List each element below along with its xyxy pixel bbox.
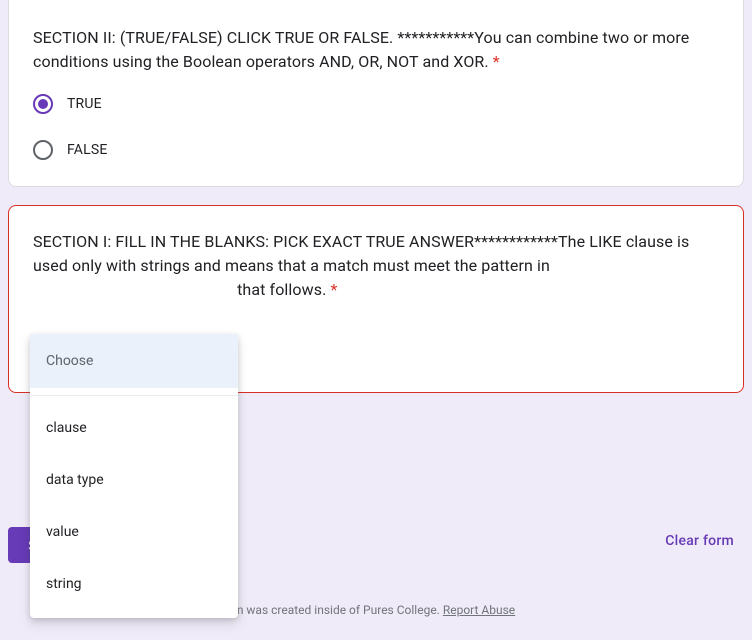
dropdown-option-value[interactable]: value bbox=[30, 506, 238, 558]
required-mark: * bbox=[326, 280, 337, 299]
clear-form-link[interactable]: Clear form bbox=[665, 533, 734, 549]
radio-icon-unselected bbox=[33, 140, 53, 160]
footer-tail: n was created inside of Pures College. bbox=[237, 603, 443, 617]
question-2-text-after: that follows. bbox=[237, 280, 326, 299]
dropdown-option-data-type[interactable]: data type bbox=[30, 454, 238, 506]
dropdown-menu[interactable]: Choose clause data type value string bbox=[30, 334, 238, 618]
radio-option-true[interactable]: TRUE bbox=[33, 92, 719, 116]
question-2-text-before: SECTION I: FILL IN THE BLANKS: PICK EXAC… bbox=[33, 232, 689, 275]
radio-option-false[interactable]: FALSE bbox=[33, 138, 719, 162]
dropdown-option-clause[interactable]: clause bbox=[30, 402, 238, 454]
question-card-1: SECTION II: (TRUE/FALSE) CLICK TRUE OR F… bbox=[8, 0, 744, 187]
radio-label-false: FALSE bbox=[67, 142, 108, 158]
radio-label-true: TRUE bbox=[67, 96, 102, 112]
question-1-title: SECTION II: (TRUE/FALSE) CLICK TRUE OR F… bbox=[33, 26, 719, 74]
radio-icon-selected bbox=[33, 94, 53, 114]
question-2-title: SECTION I: FILL IN THE BLANKS: PICK EXAC… bbox=[33, 230, 719, 302]
report-abuse-link[interactable]: Report Abuse bbox=[443, 603, 515, 617]
dropdown-separator bbox=[30, 395, 238, 396]
question-1-text: SECTION II: (TRUE/FALSE) CLICK TRUE OR F… bbox=[33, 28, 689, 71]
dropdown-placeholder[interactable]: Choose bbox=[30, 334, 238, 389]
required-mark: * bbox=[489, 52, 500, 71]
dropdown-option-string[interactable]: string bbox=[30, 558, 238, 610]
